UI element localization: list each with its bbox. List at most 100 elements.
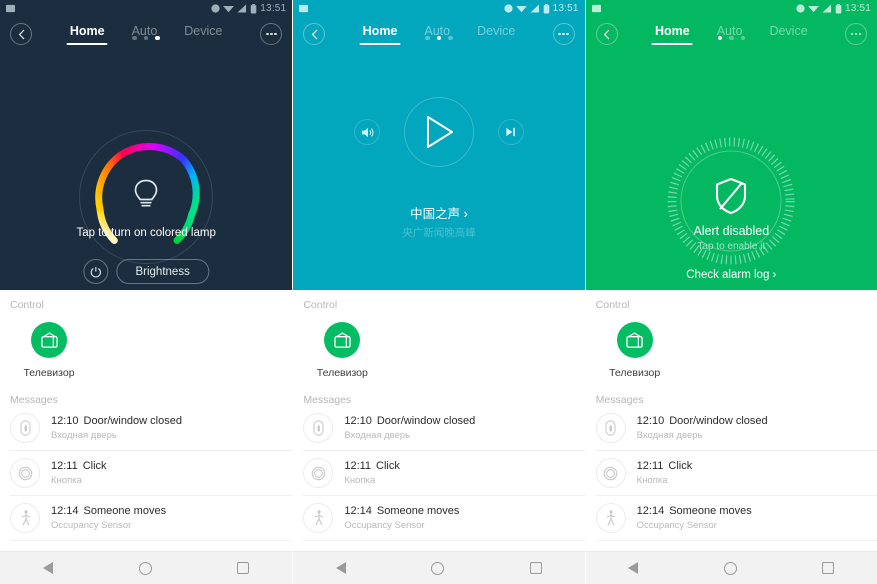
power-button[interactable] (83, 259, 109, 284)
message-row[interactable]: 12:14 Someone moves Occupancy Sensor (10, 496, 293, 541)
control-item-tv[interactable]: Телевизор (313, 322, 371, 379)
message-label: Door/window closed (376, 415, 476, 428)
page-dot[interactable] (448, 35, 453, 40)
button-icon (303, 458, 334, 488)
battery-icon (835, 3, 842, 14)
tabs: Home Auto Device (363, 24, 516, 45)
more-button[interactable] (260, 23, 283, 45)
home-circle-icon[interactable] (723, 561, 737, 575)
page-dot[interactable] (425, 35, 430, 40)
message-title: 12:10 Door/window closed (344, 415, 475, 427)
message-time: 12:11 (51, 460, 78, 473)
recents-square-icon[interactable] (237, 562, 250, 574)
message-text: 12:11 Click Кнопка (344, 460, 400, 486)
check-alarm-log-link[interactable]: Check alarm log › (586, 269, 877, 281)
home-circle-icon[interactable] (431, 561, 445, 575)
alert-ring-control[interactable]: Alert disabled Tap to enable it (667, 137, 795, 265)
message-sub: Кнопка (344, 474, 376, 486)
page-dot-active[interactable] (717, 35, 723, 40)
message-label: Click (82, 460, 107, 473)
message-row[interactable]: 12:11 Click Кнопка (10, 451, 293, 496)
message-row[interactable]: 12:14 Someone moves Occupancy Sensor (303, 496, 585, 541)
motion-sensor-icon (595, 503, 626, 533)
message-text: 12:14 Someone moves Occupancy Sensor (51, 505, 166, 531)
volume-button[interactable] (353, 119, 380, 145)
control-section-label: Control (10, 299, 44, 311)
page-dot[interactable] (740, 35, 746, 40)
status-bar-time: 13:51 (552, 3, 579, 14)
back-button[interactable] (595, 23, 618, 45)
messages-section-label: Messages (595, 394, 644, 406)
back-button[interactable] (10, 23, 32, 45)
page-dot[interactable] (729, 35, 734, 40)
recents-square-icon[interactable] (822, 562, 835, 574)
message-label: Someone moves (83, 505, 167, 518)
status-bar: 13:51 (0, 0, 292, 17)
tab-device[interactable]: Device (184, 24, 222, 45)
page-dot[interactable] (132, 35, 137, 40)
message-row[interactable]: 12:10 Door/window closed Входная дверь (10, 406, 293, 451)
message-row[interactable]: 12:10 Door/window closed Входная дверь (595, 406, 877, 451)
control-item-tv[interactable]: Телевизор (606, 322, 664, 379)
android-nav-bar (0, 551, 293, 584)
alert-title: Alert disabled (693, 224, 770, 238)
tab-home[interactable]: Home (655, 24, 690, 45)
home-circle-icon[interactable] (138, 561, 152, 575)
page-indicator (293, 35, 584, 40)
page-dot-active[interactable] (436, 35, 442, 40)
back-triangle-icon[interactable] (336, 562, 347, 574)
play-button[interactable] (403, 97, 474, 167)
tab-auto[interactable]: Auto (717, 24, 743, 45)
recents-square-icon[interactable] (529, 562, 542, 574)
back-triangle-icon[interactable] (628, 562, 639, 574)
tab-bar: Home Auto Device (586, 17, 877, 51)
message-row[interactable]: 12:10 Door/window closed Входная дверь (303, 406, 585, 451)
message-text: 12:11 Click Кнопка (51, 460, 107, 486)
color-ring-control[interactable] (79, 130, 214, 264)
sheet-3: Control Телевизор Messages 12:10 Door/wi… (585, 290, 877, 551)
message-title: 12:14 Someone moves (51, 505, 166, 517)
message-row[interactable]: 12:11 Click Кнопка (303, 451, 585, 496)
tabs: Home Auto Device (655, 24, 808, 45)
message-label: Click (376, 460, 400, 473)
station-name[interactable]: 中国之声 › (293, 203, 584, 222)
next-button[interactable] (497, 119, 524, 145)
message-title: 12:10 Door/window closed (51, 415, 182, 427)
message-row[interactable]: 12:11 Click Кнопка (595, 451, 877, 496)
page-dot-active[interactable] (155, 35, 160, 40)
tab-home[interactable]: Home (363, 24, 398, 45)
control-item-label: Телевизор (316, 367, 368, 379)
status-bar: 13:51 (586, 0, 877, 17)
message-row[interactable]: 12:14 Someone moves Occupancy Sensor (595, 496, 877, 541)
page-dot[interactable] (143, 35, 149, 40)
message-sub: Входная дверь (344, 429, 411, 441)
tab-device[interactable]: Device (477, 24, 515, 45)
screen-colored-lamp: 13:51 Home Auto Device Tap to turn on co… (0, 0, 293, 584)
power-icon (90, 266, 102, 278)
tab-auto[interactable]: Auto (424, 24, 450, 45)
control-item-label: Телевизор (23, 367, 75, 379)
messages-list: 12:10 Door/window closed Входная дверь 12… (0, 406, 293, 541)
motion-sensor-icon (10, 503, 40, 533)
message-title: 12:10 Door/window closed (637, 415, 768, 427)
message-time: 12:11 (636, 460, 664, 473)
back-button[interactable] (303, 23, 326, 45)
skip-next-icon (506, 127, 516, 137)
player-controls (293, 97, 584, 167)
message-sub: Кнопка (636, 474, 668, 486)
tab-home[interactable]: Home (70, 24, 105, 45)
control-grid: Телевизор (293, 311, 584, 379)
alarm-clock-icon (211, 4, 220, 13)
message-text: 12:10 Door/window closed Входная дверь (344, 415, 475, 441)
tab-auto[interactable]: Auto (132, 24, 158, 45)
message-sub: Входная дверь (636, 429, 703, 441)
back-triangle-icon[interactable] (42, 562, 53, 574)
more-button[interactable] (844, 23, 867, 45)
tab-device[interactable]: Device (769, 24, 807, 45)
control-item-tv[interactable]: Телевизор (20, 322, 78, 379)
hero-colored-lamp: 13:51 Home Auto Device Tap to turn on co… (0, 0, 293, 290)
station-info[interactable]: 中国之声 › 央广新闻晚高峰 (293, 203, 584, 240)
screenshot-icon (6, 4, 15, 13)
brightness-button[interactable]: Brightness (116, 259, 209, 284)
more-button[interactable] (552, 23, 575, 45)
